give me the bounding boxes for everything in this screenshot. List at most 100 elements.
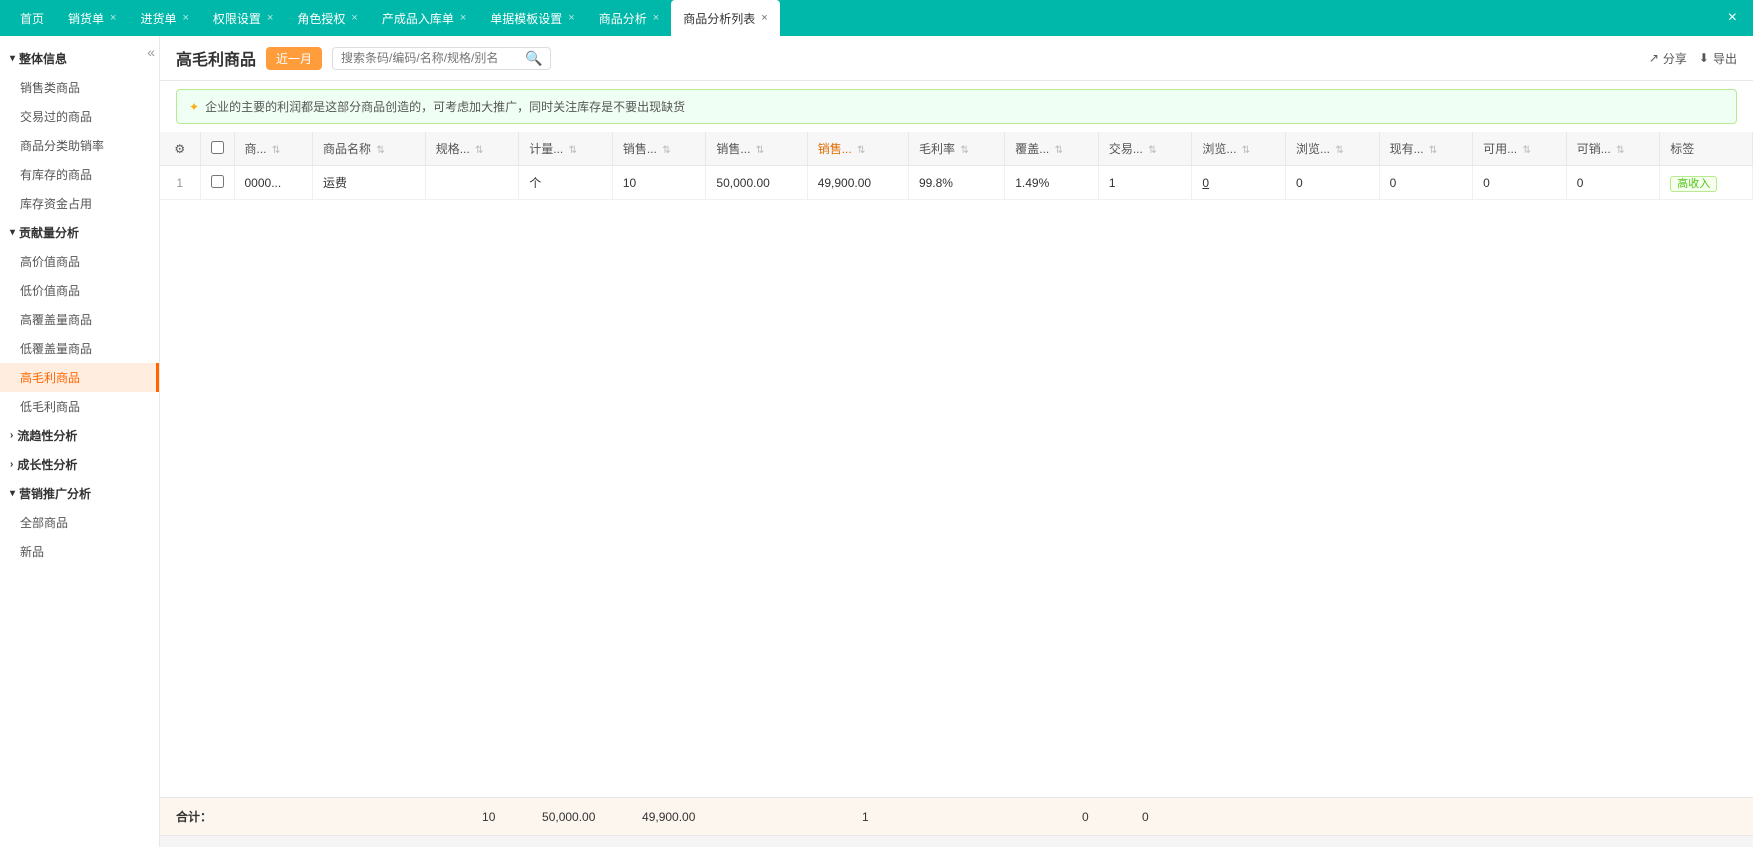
close-icon[interactable]: × xyxy=(568,12,574,24)
close-icon[interactable]: × xyxy=(267,12,273,24)
view2-column-header[interactable]: 浏览... ⇅ xyxy=(1285,132,1379,166)
sidebar-group-marketing[interactable]: ▾ 营销推广分析 xyxy=(0,479,159,508)
tag-column-header[interactable]: 标签 xyxy=(1660,132,1753,166)
sidebar-group-overall[interactable]: ▾ 整体信息 xyxy=(0,44,159,73)
footer-sales-profit: 49,900.00 xyxy=(632,810,732,824)
sort-icon: ⇅ xyxy=(475,145,483,156)
nav-tab-home[interactable]: 首页 xyxy=(8,0,56,36)
code-column-header[interactable]: 商... ⇅ xyxy=(234,132,313,166)
view1-column-header[interactable]: 浏览... ⇅ xyxy=(1192,132,1286,166)
close-icon[interactable]: × xyxy=(761,12,767,24)
row-view1[interactable]: 0 xyxy=(1192,166,1286,200)
sales-amount-column-header[interactable]: 销售... ⇅ xyxy=(706,132,807,166)
trade-column-header[interactable]: 交易... ⇅ xyxy=(1098,132,1192,166)
saleable-column-header[interactable]: 可销... ⇅ xyxy=(1566,132,1660,166)
sidebar-group-growth[interactable]: › 成长性分析 xyxy=(0,450,159,479)
sidebar-item-low-coverage[interactable]: 低覆盖量商品 xyxy=(0,334,159,363)
sidebar-group-contribution[interactable]: ▾ 贡献量分析 xyxy=(0,218,159,247)
search-icon[interactable]: 🔍 xyxy=(525,50,542,67)
available-column-header[interactable]: 可用... ⇅ xyxy=(1473,132,1567,166)
footer-available: 0 xyxy=(1132,810,1192,824)
content-area: 高毛利商品 近一月 🔍 ↗ 分享 ⬇ 导出 ✦ 企业的主要的利润都是这部分商品创… xyxy=(160,36,1753,847)
sidebar-item-traded-goods[interactable]: 交易过的商品 xyxy=(0,102,159,131)
checkbox-column-header xyxy=(200,132,234,166)
sort-icon: ⇅ xyxy=(569,145,577,156)
sidebar-item-high-margin[interactable]: 高毛利商品 xyxy=(0,363,159,392)
main-area: « ▾ 整体信息 销售类商品 交易过的商品 商品分类助销率 有库存的商品 库存资… xyxy=(0,36,1753,847)
window-close-button[interactable]: × xyxy=(1720,9,1745,27)
filter-recent-month-button[interactable]: 近一月 xyxy=(266,47,322,70)
sidebar-collapse-button[interactable]: « xyxy=(147,44,155,60)
sidebar: « ▾ 整体信息 销售类商品 交易过的商品 商品分类助销率 有库存的商品 库存资… xyxy=(0,36,160,847)
nav-tab-role[interactable]: 角色授权 × xyxy=(285,0,369,36)
sidebar-item-low-margin[interactable]: 低毛利商品 xyxy=(0,392,159,421)
sidebar-group-flow[interactable]: › 流趋性分析 xyxy=(0,421,159,450)
nav-tab-template[interactable]: 单据模板设置 × xyxy=(478,0,586,36)
close-icon[interactable]: × xyxy=(460,12,466,24)
search-input[interactable] xyxy=(341,51,521,65)
header-actions: ↗ 分享 ⬇ 导出 xyxy=(1649,50,1737,67)
chevron-down-icon: ▾ xyxy=(10,227,15,238)
sort-icon: ⇅ xyxy=(756,145,764,156)
close-icon[interactable]: × xyxy=(110,12,116,24)
nav-tab-warehouse[interactable]: 产成品入库单 × xyxy=(370,0,478,36)
row-available: 0 xyxy=(1473,166,1567,200)
sidebar-item-all-goods[interactable]: 全部商品 xyxy=(0,508,159,537)
row-trade: 1 xyxy=(1098,166,1192,200)
unit-column-header[interactable]: 计量... ⇅ xyxy=(519,132,613,166)
sort-icon: ⇅ xyxy=(1616,145,1624,156)
table-container: ⚙ 商... ⇅ 商品名称 ⇅ 规格... xyxy=(160,132,1753,797)
row-tag: 高收入 xyxy=(1660,166,1753,200)
sidebar-item-sales-goods[interactable]: 销售类商品 xyxy=(0,73,159,102)
sidebar-item-new-goods[interactable]: 新品 xyxy=(0,537,159,566)
sidebar-item-category-rate[interactable]: 商品分类助销率 xyxy=(0,131,159,160)
page-title: 高毛利商品 xyxy=(176,46,256,70)
share-button[interactable]: ↗ 分享 xyxy=(1649,50,1687,67)
nav-tab-sales[interactable]: 销货单 × xyxy=(56,0,128,36)
close-icon[interactable]: × xyxy=(182,12,188,24)
nav-tab-analysis-list[interactable]: 商品分析列表 × xyxy=(671,0,779,36)
coverage-column-header[interactable]: 覆盖... ⇅ xyxy=(1005,132,1099,166)
spec-column-header[interactable]: 规格... ⇅ xyxy=(425,132,519,166)
nav-tab-permission[interactable]: 权限设置 × xyxy=(201,0,285,36)
top-nav: 首页 销货单 × 进货单 × 权限设置 × 角色授权 × 产成品入库单 × 单据… xyxy=(0,0,1753,36)
row-sales-qty: 10 xyxy=(612,166,706,200)
row-checkbox[interactable] xyxy=(211,175,224,188)
row-saleable: 0 xyxy=(1566,166,1660,200)
sort-icon: ⇅ xyxy=(1055,145,1063,156)
row-sales-amount: 50,000.00 xyxy=(706,166,807,200)
nav-tab-purchase[interactable]: 进货单 × xyxy=(128,0,200,36)
row-name: 运费 xyxy=(313,166,426,200)
sort-icon: ⇅ xyxy=(662,145,670,156)
row-current-stock: 0 xyxy=(1379,166,1473,200)
sort-icon: ⇅ xyxy=(960,145,968,156)
nav-tab-analysis[interactable]: 商品分析 × xyxy=(587,0,671,36)
footer-sales-qty: 10 xyxy=(472,810,532,824)
sort-icon: ⇅ xyxy=(857,145,865,156)
info-icon: ✦ xyxy=(189,100,199,114)
gross-margin-column-header[interactable]: 毛利率 ⇅ xyxy=(908,132,1004,166)
export-button[interactable]: ⬇ 导出 xyxy=(1699,50,1737,67)
name-column-header[interactable]: 商品名称 ⇅ xyxy=(313,132,426,166)
sales-qty-column-header[interactable]: 销售... ⇅ xyxy=(612,132,706,166)
sales-profit-column-header[interactable]: 销售... ⇅ xyxy=(807,132,908,166)
row-sales-profit: 49,900.00 xyxy=(807,166,908,200)
table-header-row: ⚙ 商... ⇅ 商品名称 ⇅ 规格... xyxy=(160,132,1753,166)
sidebar-item-in-stock[interactable]: 有库存的商品 xyxy=(0,160,159,189)
sort-icon: ⇅ xyxy=(1523,145,1531,156)
share-icon: ↗ xyxy=(1649,51,1659,65)
close-icon[interactable]: × xyxy=(351,12,357,24)
sidebar-item-stock-capital[interactable]: 库存资金占用 xyxy=(0,189,159,218)
select-all-checkbox[interactable] xyxy=(211,141,224,154)
sidebar-item-high-value[interactable]: 高价值商品 xyxy=(0,247,159,276)
footer-label: 合计： xyxy=(176,808,212,825)
bottom-scrollbar[interactable] xyxy=(160,835,1753,847)
sidebar-item-low-value[interactable]: 低价值商品 xyxy=(0,276,159,305)
export-icon: ⬇ xyxy=(1699,51,1709,65)
sort-icon: ⇅ xyxy=(1429,145,1437,156)
close-icon[interactable]: × xyxy=(653,12,659,24)
sort-icon: ⇅ xyxy=(376,145,384,156)
settings-column-header[interactable]: ⚙ xyxy=(160,132,200,166)
sidebar-item-high-coverage[interactable]: 高覆盖量商品 xyxy=(0,305,159,334)
current-stock-column-header[interactable]: 现有... ⇅ xyxy=(1379,132,1473,166)
